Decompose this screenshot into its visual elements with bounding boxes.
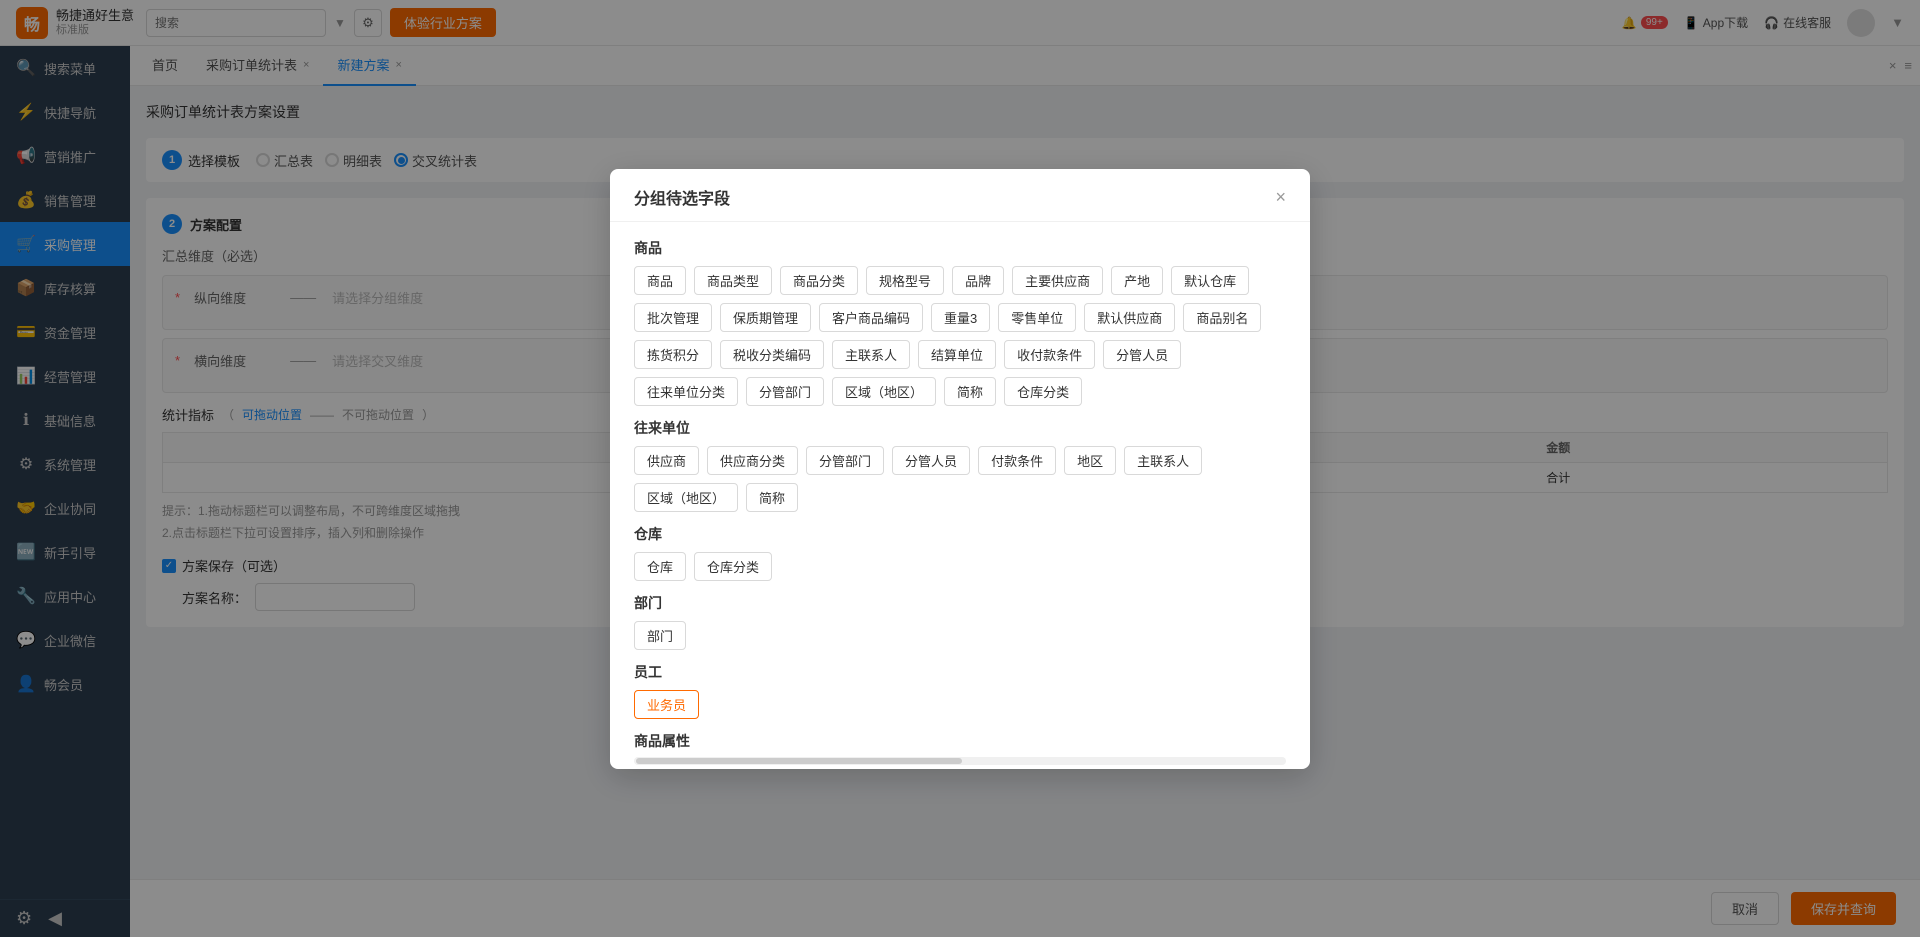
field-chip-abbr[interactable]: 简称 bbox=[944, 377, 996, 406]
field-chip-partner-contact[interactable]: 主联系人 bbox=[1124, 446, 1202, 475]
group-title-warehouse: 仓库 bbox=[634, 524, 1286, 544]
field-chip-supplier-category[interactable]: 供应商分类 bbox=[707, 446, 798, 475]
field-chip-goods-type[interactable]: 商品类型 bbox=[694, 266, 772, 295]
group-title-staff: 员工 bbox=[634, 662, 1286, 682]
field-chip-dept[interactable]: 分管部门 bbox=[746, 377, 824, 406]
field-chip-retail-unit[interactable]: 零售单位 bbox=[998, 303, 1076, 332]
field-chip-partner-region[interactable]: 区域（地区） bbox=[634, 483, 738, 512]
field-chip-pick-score[interactable]: 拣货积分 bbox=[634, 340, 712, 369]
partner-fields: 供应商 供应商分类 分管部门 分管人员 付款条件 地区 主联系人 区域（地区） … bbox=[634, 446, 1286, 512]
field-chip-area[interactable]: 地区 bbox=[1064, 446, 1116, 475]
group-title-department: 部门 bbox=[634, 593, 1286, 613]
field-chip-supplier[interactable]: 供应商 bbox=[634, 446, 699, 475]
group-title-partner: 往来单位 bbox=[634, 418, 1286, 438]
field-chip-customer-category[interactable]: 往来单位分类 bbox=[634, 377, 738, 406]
field-chip-main-supplier[interactable]: 主要供应商 bbox=[1012, 266, 1103, 295]
field-chip-goods[interactable]: 商品 bbox=[634, 266, 686, 295]
field-chip-tax-code[interactable]: 税收分类编码 bbox=[720, 340, 824, 369]
field-chip-alias[interactable]: 商品别名 bbox=[1183, 303, 1261, 332]
modal-header: 分组待选字段 × bbox=[610, 169, 1310, 222]
group-title-goods-attr: 商品属性 bbox=[634, 731, 1286, 751]
field-chip-salesperson[interactable]: 业务员 bbox=[634, 690, 699, 719]
group-title-goods: 商品 bbox=[634, 238, 1286, 258]
field-chip-expiry[interactable]: 保质期管理 bbox=[720, 303, 811, 332]
modal-hscroll-area bbox=[610, 757, 1310, 769]
field-chip-settlement-unit[interactable]: 结算单位 bbox=[918, 340, 996, 369]
field-chip-partner-manager[interactable]: 分管人员 bbox=[892, 446, 970, 475]
field-chip-weight[interactable]: 重量3 bbox=[931, 303, 990, 332]
warehouse-fields: 仓库 仓库分类 bbox=[634, 552, 1286, 581]
field-chip-spec[interactable]: 规格型号 bbox=[866, 266, 944, 295]
modal-overlay: 分组待选字段 × 商品 商品 商品类型 商品分类 规格型号 品牌 主要供应商 产… bbox=[0, 0, 1920, 937]
field-chip-region[interactable]: 区域（地区） bbox=[832, 377, 936, 406]
hscroll-thumb[interactable] bbox=[636, 758, 962, 764]
field-chip-warehouse-cat[interactable]: 仓库分类 bbox=[1004, 377, 1082, 406]
field-chip-payment-terms[interactable]: 收付款条件 bbox=[1004, 340, 1095, 369]
field-chip-origin[interactable]: 产地 bbox=[1111, 266, 1163, 295]
field-chip-partner-dept[interactable]: 分管部门 bbox=[806, 446, 884, 475]
modal-body: 商品 商品 商品类型 商品分类 规格型号 品牌 主要供应商 产地 默认仓库 批次… bbox=[610, 222, 1310, 757]
field-chip-warehouse[interactable]: 仓库 bbox=[634, 552, 686, 581]
department-fields: 部门 bbox=[634, 621, 1286, 650]
field-chip-manager[interactable]: 分管人员 bbox=[1103, 340, 1181, 369]
field-chip-batch[interactable]: 批次管理 bbox=[634, 303, 712, 332]
field-chip-department[interactable]: 部门 bbox=[634, 621, 686, 650]
field-chip-partner-abbr[interactable]: 简称 bbox=[746, 483, 798, 512]
field-chip-default-warehouse[interactable]: 默认仓库 bbox=[1171, 266, 1249, 295]
field-chip-customer-code[interactable]: 客户商品编码 bbox=[819, 303, 923, 332]
modal-box: 分组待选字段 × 商品 商品 商品类型 商品分类 规格型号 品牌 主要供应商 产… bbox=[610, 169, 1310, 769]
staff-fields: 业务员 bbox=[634, 690, 1286, 719]
field-chip-warehouse-category[interactable]: 仓库分类 bbox=[694, 552, 772, 581]
field-chip-payment-cond[interactable]: 付款条件 bbox=[978, 446, 1056, 475]
field-chip-main-contact[interactable]: 主联系人 bbox=[832, 340, 910, 369]
modal-close-button[interactable]: × bbox=[1275, 188, 1286, 206]
field-chip-default-supplier[interactable]: 默认供应商 bbox=[1084, 303, 1175, 332]
field-chip-goods-category[interactable]: 商品分类 bbox=[780, 266, 858, 295]
modal-title: 分组待选字段 bbox=[634, 185, 730, 209]
goods-fields: 商品 商品类型 商品分类 规格型号 品牌 主要供应商 产地 默认仓库 批次管理 … bbox=[634, 266, 1286, 406]
field-chip-brand[interactable]: 品牌 bbox=[952, 266, 1004, 295]
